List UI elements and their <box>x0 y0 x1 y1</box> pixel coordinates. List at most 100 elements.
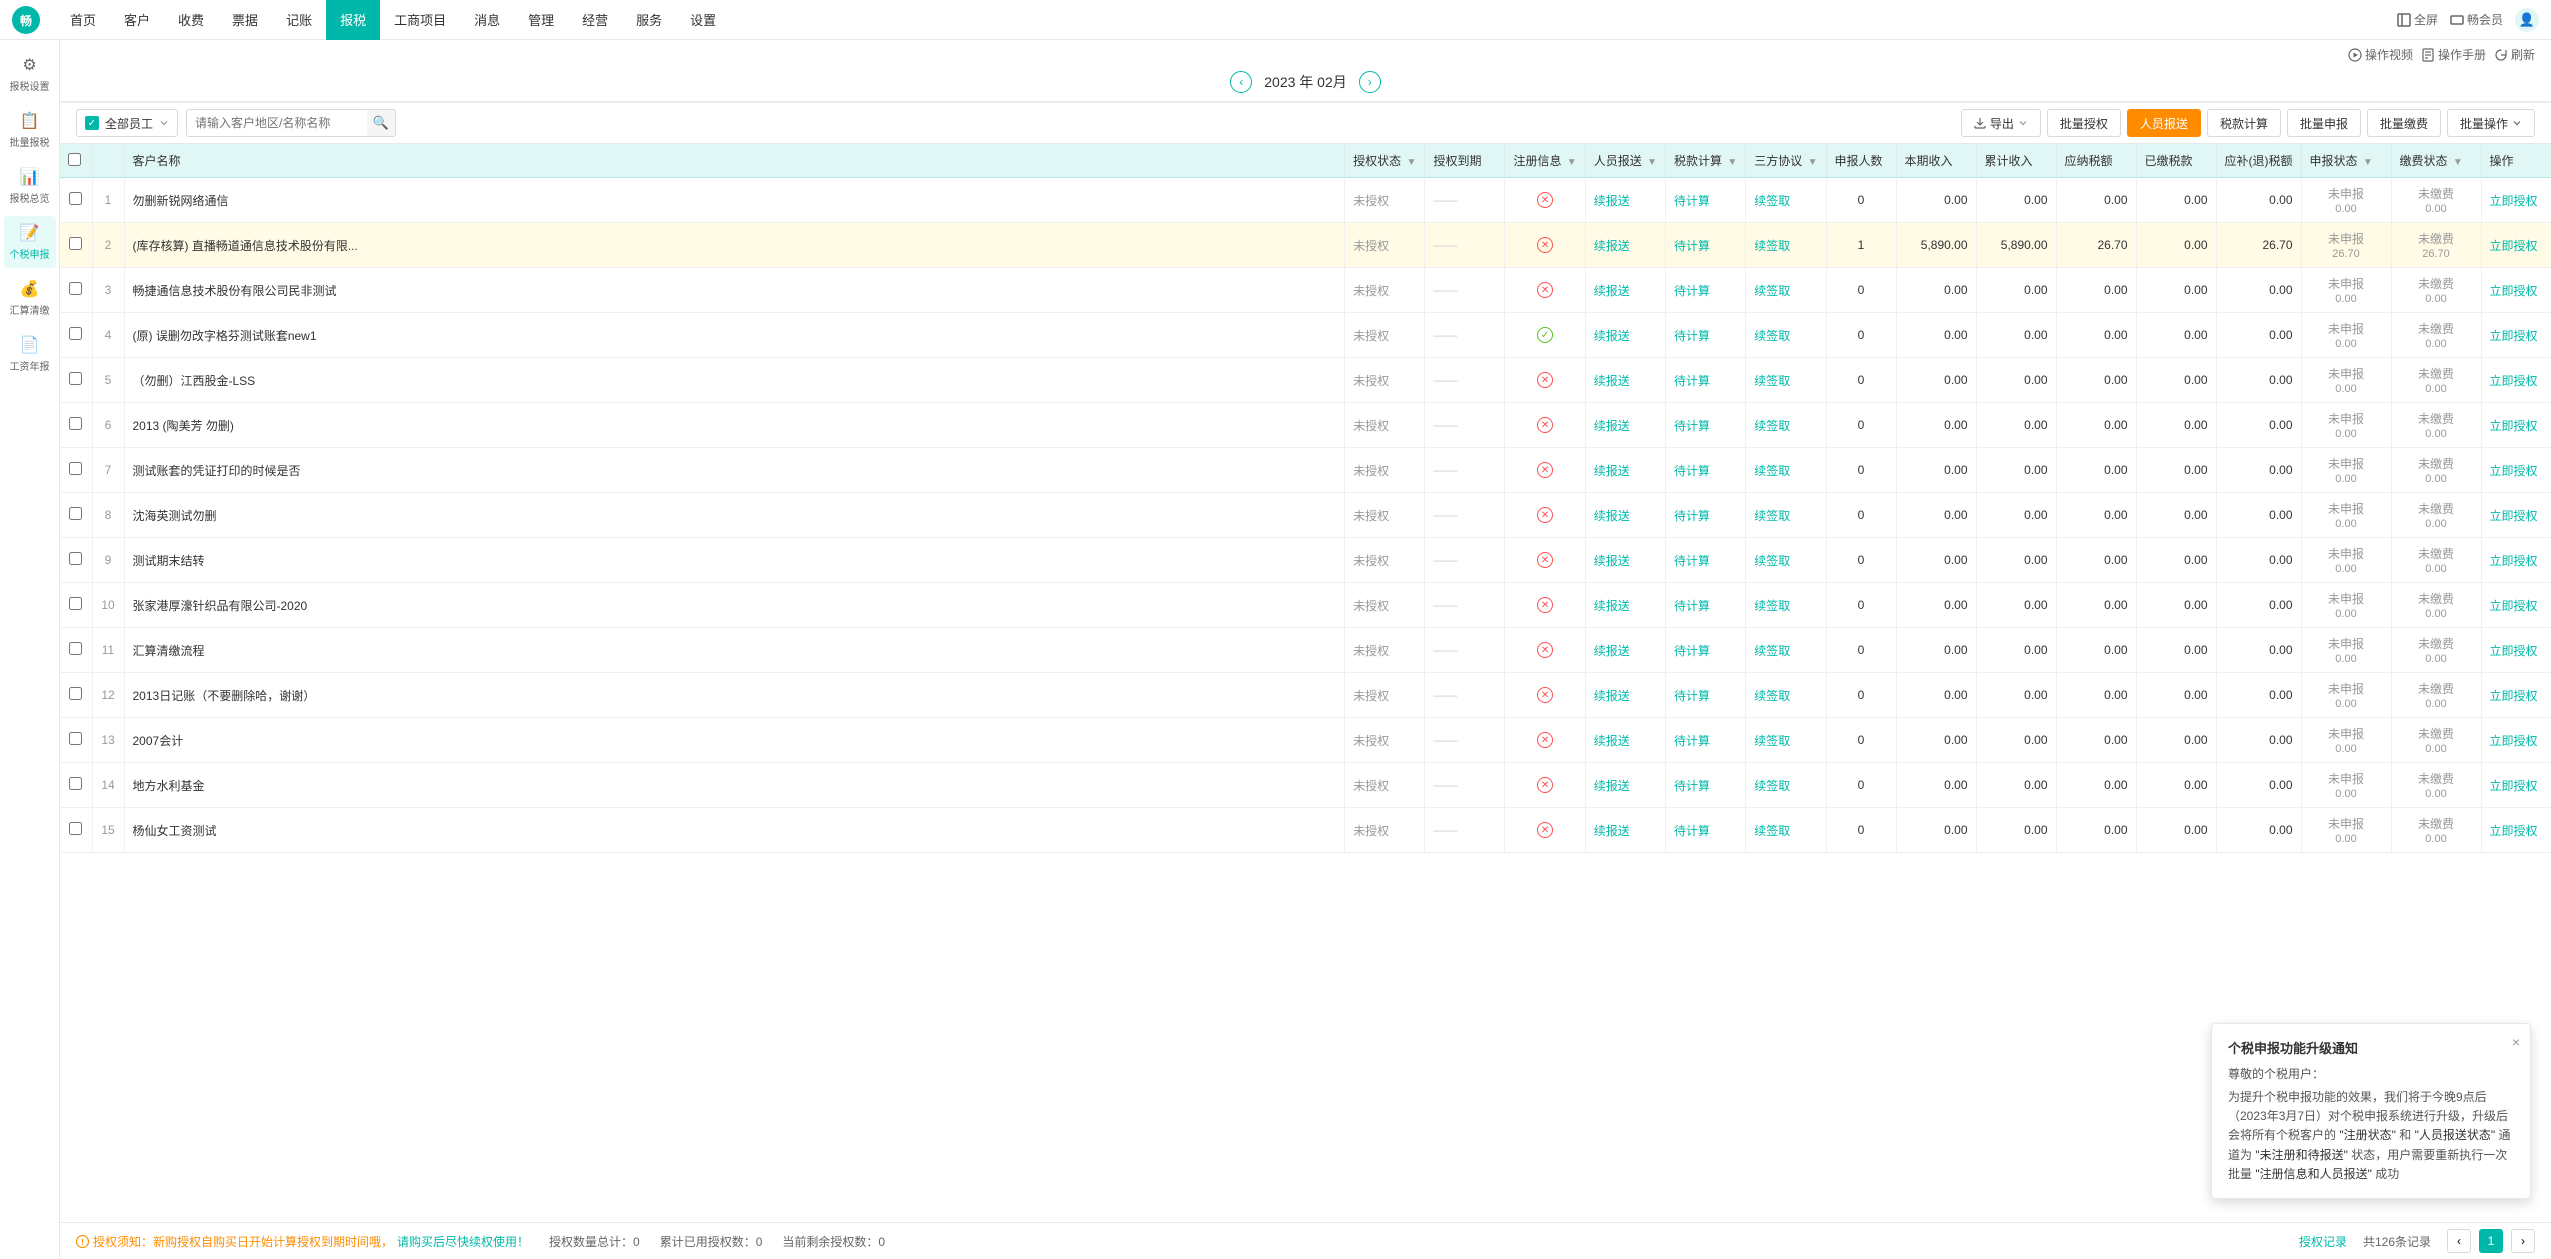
row-person-report[interactable]: 续报送 <box>1585 808 1665 853</box>
sidebar-item-personal-tax[interactable]: 📝 个税申报 <box>4 216 56 268</box>
row-action[interactable]: 立即授权 <box>2481 493 2551 538</box>
nav-settings[interactable]: 设置 <box>676 0 730 40</box>
row-tax-calc[interactable]: 待计算 <box>1665 358 1745 403</box>
row-agreement[interactable]: 续签取 <box>1746 448 1826 493</box>
row-person-report[interactable]: 续报送 <box>1585 448 1665 493</box>
row-name[interactable]: 测试账套的凭证打印的时候是否 <box>124 448 1345 493</box>
nav-tax[interactable]: 报税 <box>326 0 380 40</box>
sidebar-item-settlement[interactable]: 💰 汇算清缴 <box>4 272 56 324</box>
row-agreement[interactable]: 续签取 <box>1746 673 1826 718</box>
row-agreement[interactable]: 续签取 <box>1746 223 1826 268</box>
row-person-report[interactable]: 续报送 <box>1585 223 1665 268</box>
search-input[interactable] <box>187 116 367 130</box>
row-checkbox[interactable] <box>69 822 82 835</box>
row-agreement[interactable]: 续签取 <box>1746 538 1826 583</box>
row-name[interactable]: （勿删）江西股金-LSS <box>124 358 1345 403</box>
row-name[interactable]: 勿删新锐网络通信 <box>124 178 1345 223</box>
row-action[interactable]: 立即授权 <box>2481 178 2551 223</box>
row-name[interactable]: (原) 误删勿改字格芬测试账套new1 <box>124 313 1345 358</box>
notif-close-btn[interactable]: × <box>2512 1034 2520 1050</box>
row-name[interactable]: 地方水利基金 <box>124 763 1345 808</box>
sidebar-item-tax-settings[interactable]: ⚙ 报税设置 <box>4 48 56 100</box>
nav-home[interactable]: 首页 <box>56 0 110 40</box>
row-person-report[interactable]: 续报送 <box>1585 178 1665 223</box>
row-agreement[interactable]: 续签取 <box>1746 763 1826 808</box>
date-prev-btn[interactable]: ‹ <box>1230 71 1252 93</box>
app-logo[interactable]: 畅 <box>12 6 40 34</box>
row-tax-calc[interactable]: 待计算 <box>1665 403 1745 448</box>
row-action[interactable]: 立即授权 <box>2481 808 2551 853</box>
row-person-report[interactable]: 续报送 <box>1585 358 1665 403</box>
row-checkbox[interactable] <box>69 237 82 250</box>
row-tax-calc[interactable]: 待计算 <box>1665 178 1745 223</box>
batch-declare-button[interactable]: 批量申报 <box>2287 109 2361 137</box>
date-next-btn[interactable]: › <box>1359 71 1381 93</box>
row-tax-calc[interactable]: 待计算 <box>1665 808 1745 853</box>
row-person-report[interactable]: 续报送 <box>1585 763 1665 808</box>
auth-record-link[interactable]: 授权记录 <box>2299 1233 2347 1250</box>
row-tax-calc[interactable]: 待计算 <box>1665 628 1745 673</box>
export-button[interactable]: 导出 <box>1961 109 2041 137</box>
row-agreement[interactable]: 续签取 <box>1746 583 1826 628</box>
header-auth-status[interactable]: 授权状态 ▼ <box>1345 144 1425 178</box>
row-person-report[interactable]: 续报送 <box>1585 313 1665 358</box>
row-person-report[interactable]: 续报送 <box>1585 538 1665 583</box>
row-checkbox[interactable] <box>69 327 82 340</box>
row-tax-calc[interactable]: 待计算 <box>1665 583 1745 628</box>
nav-manage[interactable]: 管理 <box>514 0 568 40</box>
row-tax-calc[interactable]: 待计算 <box>1665 223 1745 268</box>
row-tax-calc[interactable]: 待计算 <box>1665 538 1745 583</box>
refresh-btn[interactable]: 刷新 <box>2494 46 2535 63</box>
row-checkbox[interactable] <box>69 597 82 610</box>
row-checkbox[interactable] <box>69 282 82 295</box>
header-fee-status[interactable]: 缴费状态 ▼ <box>2391 144 2481 178</box>
row-name[interactable]: 汇算清缴流程 <box>124 628 1345 673</box>
row-checkbox[interactable] <box>69 777 82 790</box>
page-prev-btn[interactable]: ‹ <box>2447 1229 2471 1253</box>
row-action[interactable]: 立即授权 <box>2481 583 2551 628</box>
sidebar-item-batch-tax[interactable]: 📋 批量报税 <box>4 104 56 156</box>
row-tax-calc[interactable]: 待计算 <box>1665 718 1745 763</box>
row-tax-calc[interactable]: 待计算 <box>1665 763 1745 808</box>
row-agreement[interactable]: 续签取 <box>1746 403 1826 448</box>
row-person-report[interactable]: 续报送 <box>1585 583 1665 628</box>
row-person-report[interactable]: 续报送 <box>1585 493 1665 538</box>
row-name[interactable]: 沈海英测试勿删 <box>124 493 1345 538</box>
row-tax-calc[interactable]: 待计算 <box>1665 673 1745 718</box>
row-action[interactable]: 立即授权 <box>2481 673 2551 718</box>
row-name[interactable]: 畅捷通信息技术股份有限公司民非测试 <box>124 268 1345 313</box>
batch-ops-button[interactable]: 批量操作 <box>2447 109 2535 137</box>
row-name[interactable]: 张家港厚濠针织品有限公司-2020 <box>124 583 1345 628</box>
nav-service[interactable]: 服务 <box>622 0 676 40</box>
row-agreement[interactable]: 续签取 <box>1746 718 1826 763</box>
row-agreement[interactable]: 续签取 <box>1746 313 1826 358</box>
sidebar-item-tax-overview[interactable]: 📊 报税总览 <box>4 160 56 212</box>
row-action[interactable]: 立即授权 <box>2481 403 2551 448</box>
employee-filter-dropdown[interactable]: ✓ 全部员工 <box>76 109 178 137</box>
row-name[interactable]: 2007会计 <box>124 718 1345 763</box>
batch-auth-button[interactable]: 批量授权 <box>2047 109 2121 137</box>
header-tax-calc[interactable]: 税款计算 ▼ <box>1665 144 1745 178</box>
row-checkbox[interactable] <box>69 552 82 565</box>
help-manual-link[interactable]: 操作手册 <box>2421 46 2486 63</box>
row-person-report[interactable]: 续报送 <box>1585 628 1665 673</box>
header-decl-status[interactable]: 申报状态 ▼ <box>2301 144 2391 178</box>
row-tax-calc[interactable]: 待计算 <box>1665 448 1745 493</box>
nav-invoice[interactable]: 票据 <box>218 0 272 40</box>
row-tax-calc[interactable]: 待计算 <box>1665 268 1745 313</box>
batch-fee-button[interactable]: 批量缴费 <box>2367 109 2441 137</box>
row-action[interactable]: 立即授权 <box>2481 313 2551 358</box>
row-agreement[interactable]: 续签取 <box>1746 493 1826 538</box>
row-checkbox[interactable] <box>69 462 82 475</box>
fullscreen-btn[interactable]: 全屏 <box>2397 11 2438 28</box>
row-name[interactable]: 测试期末结转 <box>124 538 1345 583</box>
row-agreement[interactable]: 续签取 <box>1746 178 1826 223</box>
row-agreement[interactable]: 续签取 <box>1746 358 1826 403</box>
row-action[interactable]: 立即授权 <box>2481 538 2551 583</box>
select-all-checkbox[interactable] <box>68 153 81 166</box>
header-reg-info[interactable]: 注册信息 ▼ <box>1505 144 1585 178</box>
row-person-report[interactable]: 续报送 <box>1585 268 1665 313</box>
row-name[interactable]: 杨仙女工资测试 <box>124 808 1345 853</box>
row-action[interactable]: 立即授权 <box>2481 448 2551 493</box>
row-action[interactable]: 立即授权 <box>2481 223 2551 268</box>
